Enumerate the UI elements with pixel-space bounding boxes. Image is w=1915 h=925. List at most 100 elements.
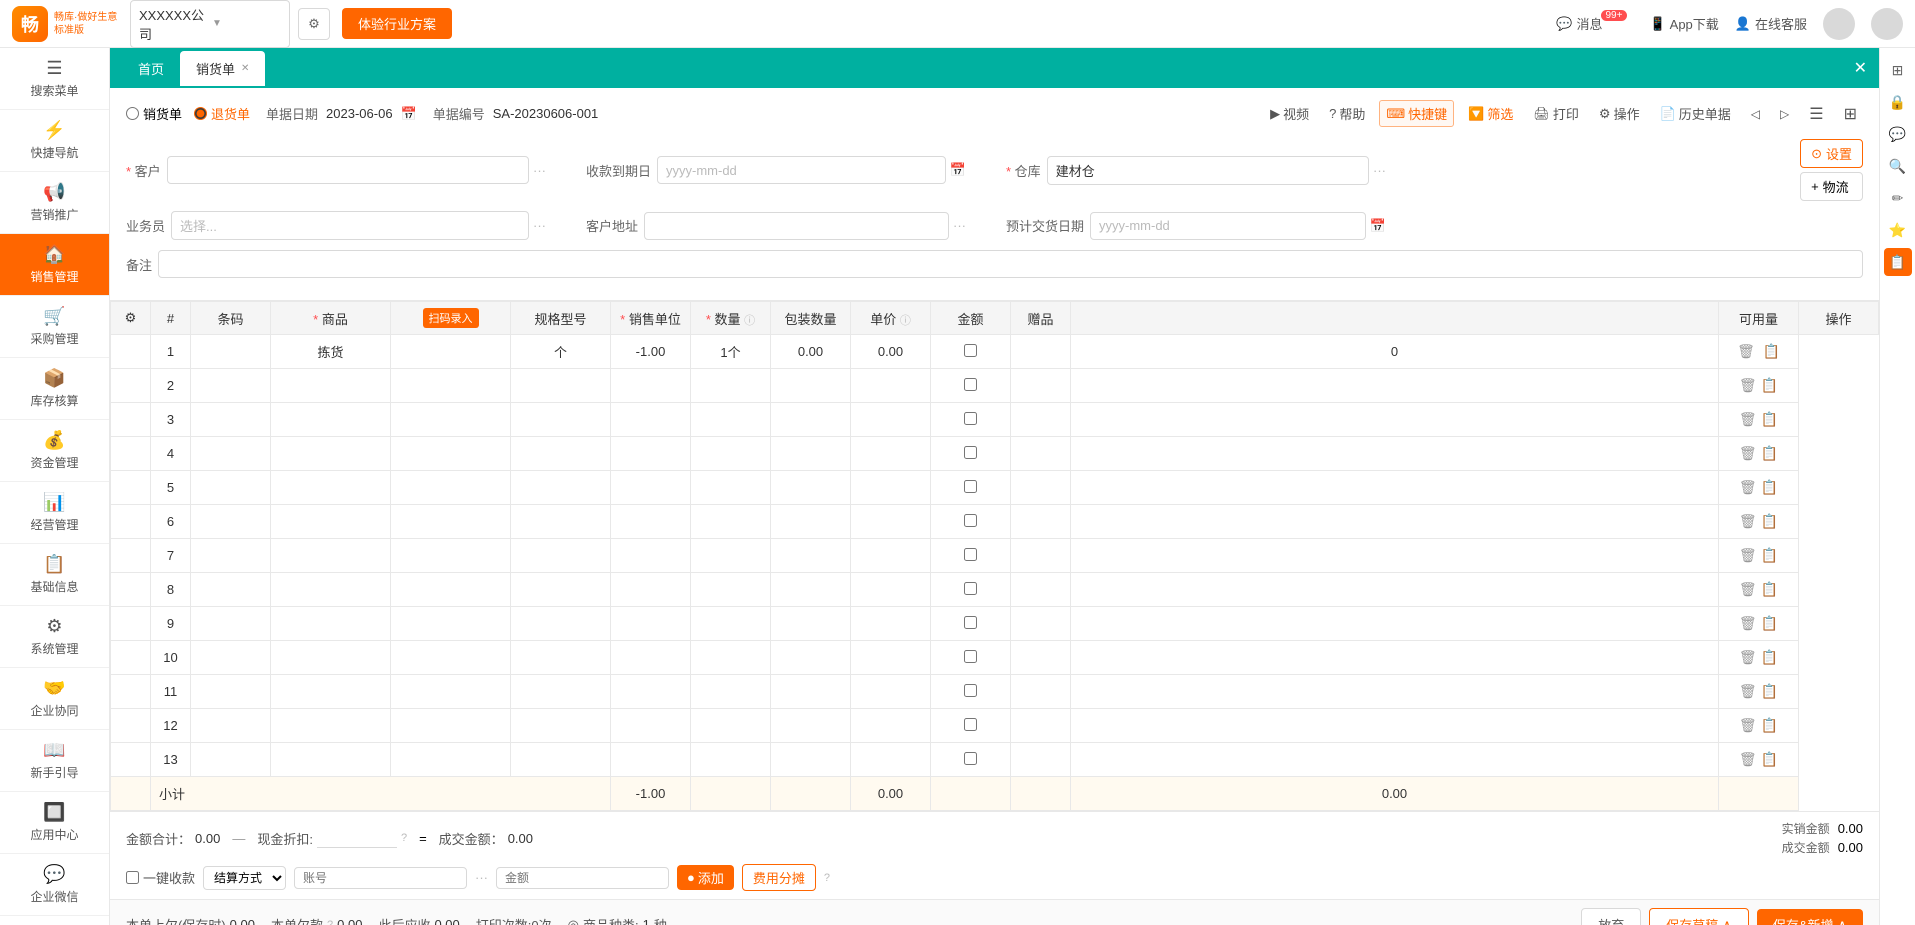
message-action[interactable]: 💬 消息 99+ (1556, 14, 1633, 33)
avatar2[interactable] (1871, 8, 1903, 40)
sidebar-item-enterprise[interactable]: 🤝 企业协同 (0, 668, 109, 730)
copy-icon[interactable]: 📋 (1761, 751, 1778, 767)
sidebar-item-operations[interactable]: 📊 经营管理 (0, 482, 109, 544)
toolbar-video[interactable]: ▶ 视频 (1264, 101, 1315, 126)
delete-icon[interactable]: 🗑 (1739, 683, 1757, 699)
row-price-1[interactable]: 0.00 (771, 335, 851, 369)
due-date-input[interactable]: yyyy-mm-dd (657, 156, 946, 184)
th-settings[interactable]: ⚙ (111, 302, 151, 335)
toolbar-history[interactable]: 📄 历史单据 (1654, 101, 1737, 126)
discard-button[interactable]: 放弃 (1581, 908, 1641, 925)
toolbar-shortcut[interactable]: ⌨ 快捷键 (1379, 100, 1454, 127)
notes-input[interactable] (158, 250, 1863, 278)
delete-icon[interactable]: 🗑 (1739, 547, 1757, 563)
save-new-button[interactable]: 保存&新增 ∧ (1757, 909, 1863, 925)
company-selector[interactable]: XXXXXX公司 ▼ (130, 0, 290, 48)
discount-input[interactable] (317, 828, 397, 848)
delete-icon-1[interactable]: 🗑 (1737, 343, 1755, 359)
gift-cb[interactable] (964, 582, 977, 595)
warehouse-input[interactable]: 建材仓 (1047, 156, 1369, 185)
sidebar-item-search[interactable]: ☰ 搜索菜单 (0, 48, 109, 110)
row-spec-1[interactable] (391, 335, 511, 369)
one-click-payment[interactable]: 一键收款 (126, 868, 195, 887)
radio-sales-input[interactable] (126, 107, 139, 120)
radio-return-order[interactable]: 退货单 (194, 104, 250, 123)
gift-cb[interactable] (964, 480, 977, 493)
salesperson-input[interactable]: 选择... (171, 211, 529, 240)
toolbar-print[interactable]: 🖨 打印 (1527, 101, 1585, 126)
expected-date-input[interactable]: yyyy-mm-dd (1090, 212, 1366, 240)
customer-addr-dots[interactable]: ··· (953, 218, 966, 233)
delete-icon[interactable]: 🗑 (1739, 411, 1757, 427)
delete-icon[interactable]: 🗑 (1739, 717, 1757, 733)
split-button[interactable]: 费用分摊 (742, 864, 816, 891)
calendar-icon[interactable]: 📅 (401, 106, 417, 122)
customer-addr-input[interactable] (644, 212, 949, 240)
settings-icon[interactable]: ⚙ (298, 8, 330, 40)
rp-star-icon[interactable]: ⭐ (1884, 216, 1912, 244)
warehouse-dots[interactable]: ··· (1373, 163, 1386, 178)
gift-cb[interactable] (964, 718, 977, 731)
sidebar-item-apps[interactable]: 🔲 应用中心 (0, 792, 109, 854)
copy-icon[interactable]: 📋 (1761, 547, 1778, 563)
copy-icon[interactable]: 📋 (1761, 581, 1778, 597)
delete-icon[interactable]: 🗑 (1739, 479, 1757, 495)
copy-icon[interactable]: 📋 (1761, 513, 1778, 529)
toolbar-filter[interactable]: 🔽 筛选 (1462, 101, 1519, 126)
app-download-action[interactable]: 📱 App下载 (1649, 14, 1718, 33)
row-qty-1[interactable]: -1.00 (611, 335, 691, 369)
radio-sales-order[interactable]: 销货单 (126, 104, 182, 123)
delete-icon[interactable]: 🗑 (1739, 751, 1757, 767)
account-input[interactable] (294, 867, 467, 889)
copy-icon-1[interactable]: 📋 (1762, 343, 1779, 359)
gift-checkbox-1[interactable] (964, 344, 977, 357)
one-click-checkbox[interactable] (126, 871, 139, 884)
sidebar-item-member[interactable]: 👑 畅会员 (0, 916, 109, 925)
toolbar-next[interactable]: ▷ (1774, 104, 1795, 124)
gift-cb[interactable] (964, 752, 977, 765)
save-draft-button[interactable]: 保存草稿 ∧ (1649, 908, 1749, 925)
gift-cb[interactable] (964, 548, 977, 561)
delete-icon[interactable]: 🗑 (1739, 377, 1757, 393)
toolbar-list-view[interactable]: ☰ (1803, 101, 1829, 127)
gift-cb[interactable] (964, 514, 977, 527)
gift-cb[interactable] (964, 650, 977, 663)
sidebar-item-quick-nav[interactable]: ⚡ 快捷导航 (0, 110, 109, 172)
close-all-tabs[interactable]: ✕ (1854, 58, 1867, 78)
tab-sales-order[interactable]: 销货单 ✕ (180, 51, 265, 86)
customer-dots[interactable]: ··· (533, 163, 546, 178)
gift-cb[interactable] (964, 378, 977, 391)
radio-return-input[interactable] (194, 107, 207, 120)
toolbar-help[interactable]: ? 帮助 (1323, 101, 1371, 126)
delete-icon[interactable]: 🗑 (1739, 649, 1757, 665)
rp-chat-icon[interactable]: 💬 (1884, 120, 1912, 148)
toolbar-prev[interactable]: ◁ (1745, 104, 1766, 124)
sidebar-item-purchase[interactable]: 🛒 采购管理 (0, 296, 109, 358)
th-scan[interactable]: 扫码录入 (391, 302, 511, 335)
copy-icon[interactable]: 📋 (1761, 411, 1778, 427)
amount-input[interactable] (496, 867, 669, 889)
row-gift-1[interactable] (931, 335, 1011, 369)
sidebar-item-marketing[interactable]: 📢 营销推广 (0, 172, 109, 234)
rp-edit-icon[interactable]: ✏ (1884, 184, 1912, 212)
customer-input[interactable] (167, 156, 529, 184)
gift-cb[interactable] (964, 616, 977, 629)
delete-icon[interactable]: 🗑 (1739, 615, 1757, 631)
copy-icon[interactable]: 📋 (1761, 445, 1778, 461)
logistics-button[interactable]: + 物流 (1800, 172, 1863, 201)
row-barcode-1[interactable] (191, 335, 271, 369)
rp-expand-icon[interactable]: ⊞ (1884, 56, 1912, 84)
rp-search-icon[interactable]: 🔍 (1884, 152, 1912, 180)
settings-button[interactable]: ⊙ 设置 (1800, 139, 1863, 168)
toolbar-grid-view[interactable]: ⊞ (1838, 101, 1863, 127)
sidebar-item-finance[interactable]: 💰 资金管理 (0, 420, 109, 482)
copy-icon[interactable]: 📋 (1761, 683, 1778, 699)
sidebar-item-guide[interactable]: 📖 新手引导 (0, 730, 109, 792)
salesperson-dots[interactable]: ··· (533, 218, 546, 233)
sidebar-item-system[interactable]: ⚙ 系统管理 (0, 606, 109, 668)
copy-icon[interactable]: 📋 (1761, 615, 1778, 631)
delete-icon[interactable]: 🗑 (1739, 581, 1757, 597)
gift-cb[interactable] (964, 446, 977, 459)
toolbar-ops[interactable]: ⚙ 操作 (1593, 101, 1646, 126)
close-tab-icon[interactable]: ✕ (241, 63, 249, 74)
